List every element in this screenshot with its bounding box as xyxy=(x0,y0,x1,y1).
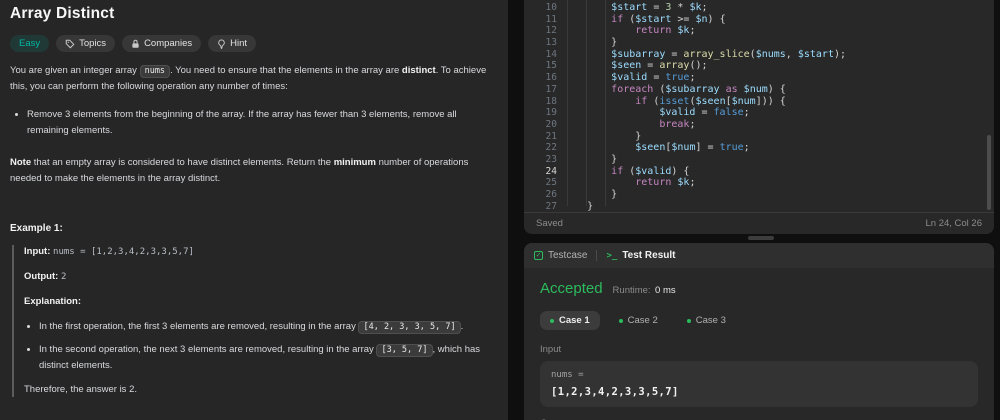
code-line-22[interactable]: 22 $seen[$num] = true; xyxy=(524,142,994,154)
line-number: 15 xyxy=(545,60,557,72)
example1-output: Output: 2 xyxy=(24,271,67,282)
code-line-15[interactable]: 15 $seen = array(); xyxy=(524,60,994,72)
input-var-name: nums = xyxy=(551,370,584,380)
case-passed-dot xyxy=(550,318,554,323)
code-line-17[interactable]: 17 foreach ($subarray as $num) { xyxy=(524,84,994,96)
code-line-20[interactable]: 20 break; xyxy=(524,119,994,131)
code-line-13[interactable]: 13 } xyxy=(524,37,994,49)
example1-input: Input: nums = [1,2,3,4,2,3,3,5,7] xyxy=(24,246,194,257)
input-label: Input xyxy=(540,344,562,355)
line-number: 19 xyxy=(545,107,557,119)
code-line-11[interactable]: 11 if ($start >= $n) { xyxy=(524,14,994,26)
case-1-tab[interactable]: Case 1 xyxy=(540,311,600,330)
saved-status: Saved xyxy=(536,218,563,229)
panel-resize-handle[interactable] xyxy=(748,236,774,240)
tab-test-result[interactable]: >_ Test Result xyxy=(606,250,675,261)
verdict-row: Accepted Runtime: 0 ms xyxy=(540,280,978,298)
explanation-item: In the first operation, the first 3 elem… xyxy=(39,319,498,335)
line-number: 24 xyxy=(545,165,557,177)
line-number: 10 xyxy=(545,2,557,13)
testcase-check-icon: ✓ xyxy=(534,251,543,260)
verdict-accepted: Accepted xyxy=(540,280,603,297)
operation-list: Remove 3 elements from the beginning of … xyxy=(10,107,498,139)
line-number: 14 xyxy=(545,48,557,60)
cursor-position: Ln 24, Col 26 xyxy=(925,218,982,229)
tab-separator xyxy=(596,250,598,261)
code-line-14[interactable]: 14 $subarray = array_slice($nums, $start… xyxy=(524,49,994,61)
line-number: 18 xyxy=(545,95,557,107)
tab-testcase[interactable]: ✓ Testcase xyxy=(534,250,587,261)
case-row: Case 1 Case 2 Case 3 xyxy=(540,311,978,330)
line-number: 20 xyxy=(545,118,557,130)
case-passed-dot xyxy=(686,318,691,323)
companies-label: Companies xyxy=(144,38,193,49)
code-editor-panel[interactable]: 10 $start = 3 * $k; 11 if ($start >= $n) … xyxy=(524,0,994,234)
tag-icon xyxy=(65,39,75,49)
leetcode-workspace: Array Distinct Easy Topics Companies Hin… xyxy=(0,0,1000,420)
line-number: 17 xyxy=(545,83,557,95)
lightbulb-icon xyxy=(217,38,226,49)
line-number: 21 xyxy=(545,130,557,142)
hint-label: Hint xyxy=(230,38,248,49)
code-line-26[interactable]: 26 } xyxy=(524,189,994,201)
topics-badge[interactable]: Topics xyxy=(56,35,116,52)
code-line-25[interactable]: 25 return $k; xyxy=(524,177,994,189)
test-tab-bar: ✓ Testcase >_ Test Result xyxy=(524,243,994,268)
line-number: 26 xyxy=(545,189,557,200)
case-3-tab[interactable]: Case 3 xyxy=(677,311,736,330)
code-area[interactable]: 10 $start = 3 * $k; 11 if ($start >= $n) … xyxy=(524,0,994,211)
indent-guide xyxy=(586,0,587,206)
terminal-icon: >_ xyxy=(606,250,618,261)
line-number: 27 xyxy=(545,200,557,211)
topics-label: Topics xyxy=(79,38,107,49)
line-number: 23 xyxy=(545,153,557,165)
line-number: 12 xyxy=(545,25,557,37)
explanation-list: In the first operation, the first 3 elem… xyxy=(24,319,498,374)
case-2-tab[interactable]: Case 2 xyxy=(609,311,668,330)
code-line-21[interactable]: 21 } xyxy=(524,131,994,143)
example1-heading: Example 1: xyxy=(10,223,63,234)
code-line-18[interactable]: 18 if (isset($seen[$num])) { xyxy=(524,96,994,108)
line-number: 22 xyxy=(545,142,557,154)
indent-guide xyxy=(605,0,606,206)
case-passed-dot xyxy=(618,318,623,323)
input-value: [1,2,3,4,2,3,3,5,7] xyxy=(551,386,679,398)
code-line-12[interactable]: 12 return $k; xyxy=(524,25,994,37)
runtime: Runtime: 0 ms xyxy=(612,285,676,296)
operation-item: Remove 3 elements from the beginning of … xyxy=(27,107,498,139)
line-number: 13 xyxy=(545,37,557,49)
example1-block: Input: nums = [1,2,3,4,2,3,3,5,7] Output… xyxy=(12,245,498,397)
code-line-19[interactable]: 19 $valid = false; xyxy=(524,107,994,119)
line-number: 16 xyxy=(545,72,557,84)
line-number: 25 xyxy=(545,177,557,189)
code-line-24[interactable]: 24 if ($valid) { xyxy=(524,166,994,178)
lock-icon xyxy=(131,39,140,49)
note-paragraph: Note that an empty array is considered t… xyxy=(10,157,469,184)
problem-title: Array Distinct xyxy=(10,5,115,22)
code-lines: 10 $start = 3 * $k; 11 if ($start >= $n) … xyxy=(524,2,994,211)
test-result-content: Accepted Runtime: 0 ms Case 1 Case 2 Cas xyxy=(524,268,994,420)
badge-row: Easy Topics Companies Hint xyxy=(10,35,498,52)
explanation-item: In the second operation, the next 3 elem… xyxy=(39,342,498,374)
input-box[interactable]: nums = [1,2,3,4,2,3,3,5,7] xyxy=(540,361,978,407)
code-line-23[interactable]: 23 } xyxy=(524,154,994,166)
example1-explanation-label: Explanation: xyxy=(24,296,82,307)
line-number: 11 xyxy=(545,13,557,25)
difficulty-badge[interactable]: Easy xyxy=(10,35,50,52)
editor-scrollbar-thumb[interactable] xyxy=(987,135,991,210)
editor-status-bar: Saved Ln 24, Col 26 xyxy=(524,212,994,234)
test-result-panel: ✓ Testcase >_ Test Result Accepted Runti… xyxy=(524,243,994,420)
problem-description-panel[interactable]: Array Distinct Easy Topics Companies Hin… xyxy=(0,0,508,420)
companies-badge[interactable]: Companies xyxy=(122,35,202,52)
code-line-10[interactable]: 10 $start = 3 * $k; xyxy=(524,2,994,14)
hint-badge[interactable]: Hint xyxy=(208,35,257,52)
code-line-16[interactable]: 16 $valid = true; xyxy=(524,72,994,84)
intro-paragraph: You are given an integer array nums. You… xyxy=(10,65,487,92)
example1-conclusion: Therefore, the answer is 2. xyxy=(24,384,137,395)
code-line-27[interactable]: 27 } xyxy=(524,201,994,211)
indent-guide xyxy=(567,0,568,206)
